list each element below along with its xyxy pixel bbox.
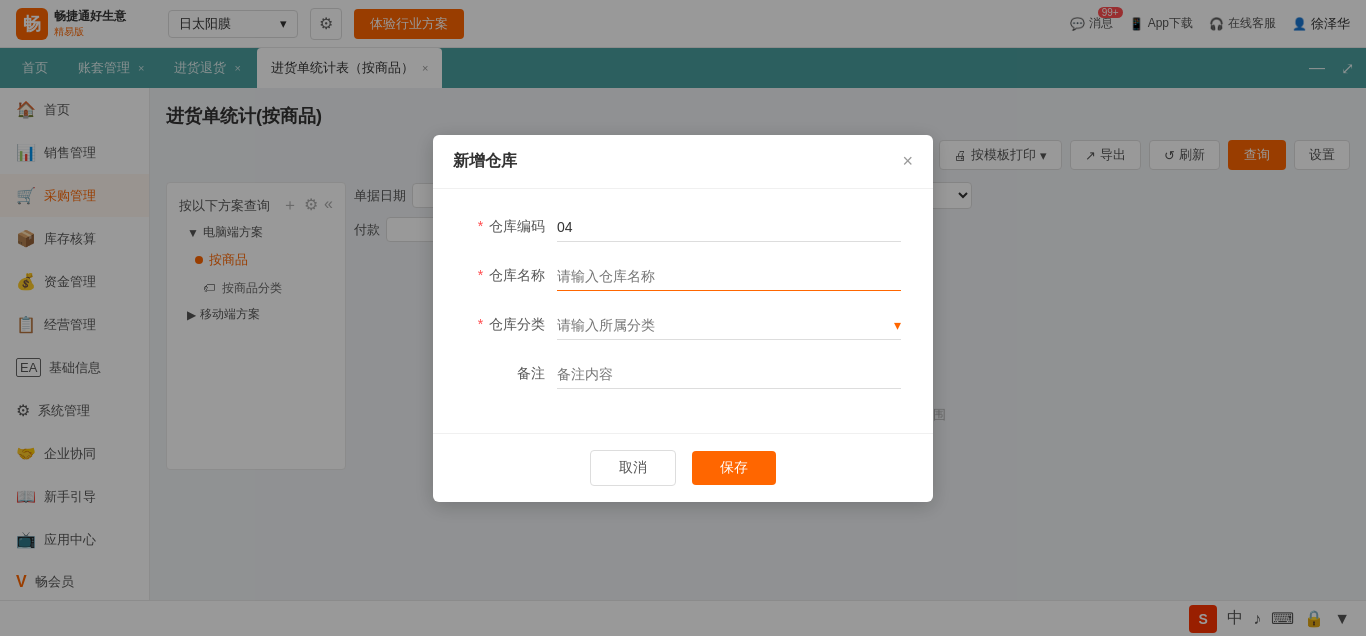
modal-close-button[interactable]: × [902,151,913,172]
save-button[interactable]: 保存 [692,451,776,485]
cancel-button[interactable]: 取消 [590,450,676,486]
modal-header: 新增仓库 × [433,135,933,189]
warehouse-category-label: * 仓库分类 [465,316,545,334]
warehouse-remark-row: 备注 [465,360,901,389]
warehouse-remark-label: 备注 [465,365,545,383]
modal-body: * 仓库编码 * 仓库名称 * 仓库分类 [433,189,933,433]
warehouse-category-row: * 仓库分类 ▾ [465,311,901,340]
warehouse-code-input[interactable] [557,213,901,242]
warehouse-code-row: * 仓库编码 [465,213,901,242]
warehouse-remark-input[interactable] [557,360,901,389]
warehouse-name-input[interactable] [557,262,901,291]
warehouse-name-label: * 仓库名称 [465,267,545,285]
warehouse-name-row: * 仓库名称 [465,262,901,291]
warehouse-code-label: * 仓库编码 [465,218,545,236]
modal-title: 新增仓库 [453,151,517,172]
warehouse-category-input[interactable] [557,311,894,339]
modal-overlay: 新增仓库 × * 仓库编码 * 仓库名称 [0,0,1366,636]
warehouse-category-select-wrap: ▾ [557,311,901,340]
add-warehouse-modal: 新增仓库 × * 仓库编码 * 仓库名称 [433,135,933,502]
modal-footer: 取消 保存 [433,433,933,502]
category-dropdown-icon[interactable]: ▾ [894,317,901,333]
